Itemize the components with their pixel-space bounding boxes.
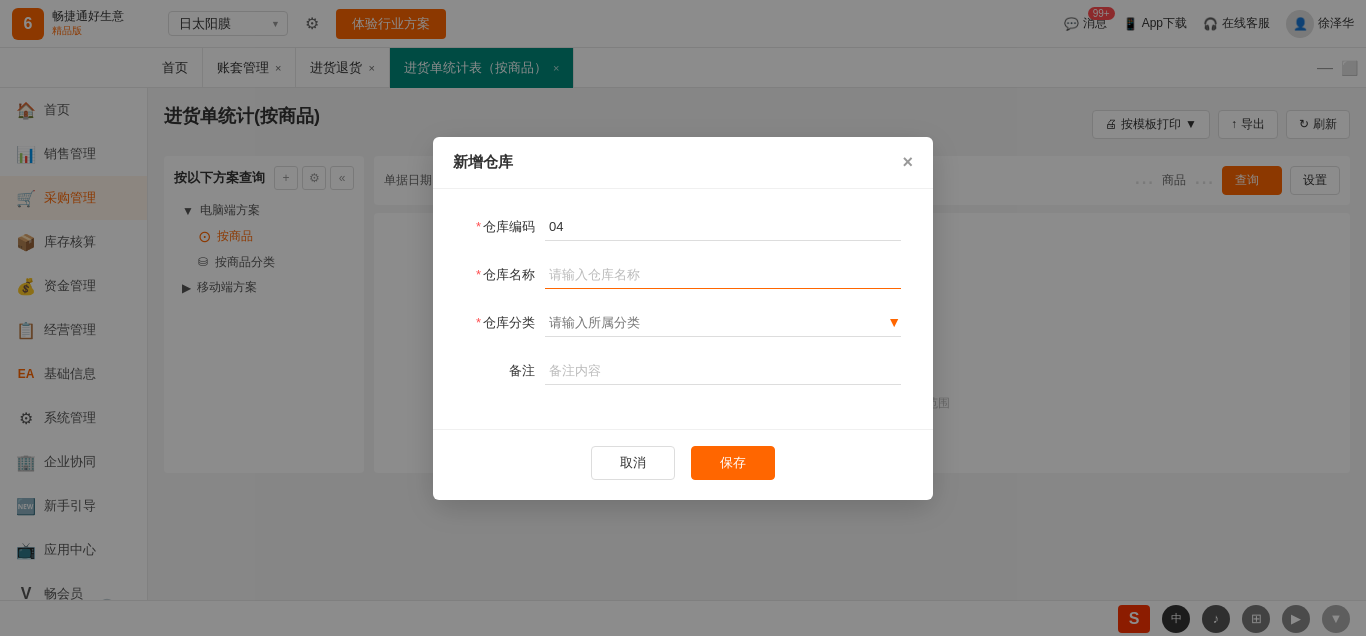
save-button[interactable]: 保存 — [691, 446, 775, 480]
type-dropdown-icon[interactable]: ▼ — [887, 314, 901, 330]
modal-header: 新增仓库 × — [433, 137, 933, 189]
type-label: 仓库分类 — [465, 314, 545, 332]
code-input[interactable] — [545, 213, 901, 241]
add-warehouse-modal: 新增仓库 × 仓库编码 仓库名称 仓库分类 ▼ — [433, 137, 933, 500]
cancel-button[interactable]: 取消 — [591, 446, 675, 480]
modal-body: 仓库编码 仓库名称 仓库分类 ▼ 备注 — [433, 189, 933, 429]
name-input[interactable] — [545, 261, 901, 289]
modal-close-button[interactable]: × — [902, 153, 913, 171]
modal-footer: 取消 保存 — [433, 429, 933, 500]
form-row-type: 仓库分类 ▼ — [465, 309, 901, 337]
modal-title: 新增仓库 — [453, 153, 513, 172]
form-row-code: 仓库编码 — [465, 213, 901, 241]
type-select-wrap[interactable]: ▼ — [545, 309, 901, 337]
note-label: 备注 — [465, 362, 545, 380]
note-input[interactable] — [545, 357, 901, 385]
modal-overlay[interactable]: 新增仓库 × 仓库编码 仓库名称 仓库分类 ▼ — [0, 0, 1366, 636]
type-input[interactable] — [545, 309, 887, 336]
form-row-note: 备注 — [465, 357, 901, 385]
code-label: 仓库编码 — [465, 218, 545, 236]
name-label: 仓库名称 — [465, 266, 545, 284]
form-row-name: 仓库名称 — [465, 261, 901, 289]
